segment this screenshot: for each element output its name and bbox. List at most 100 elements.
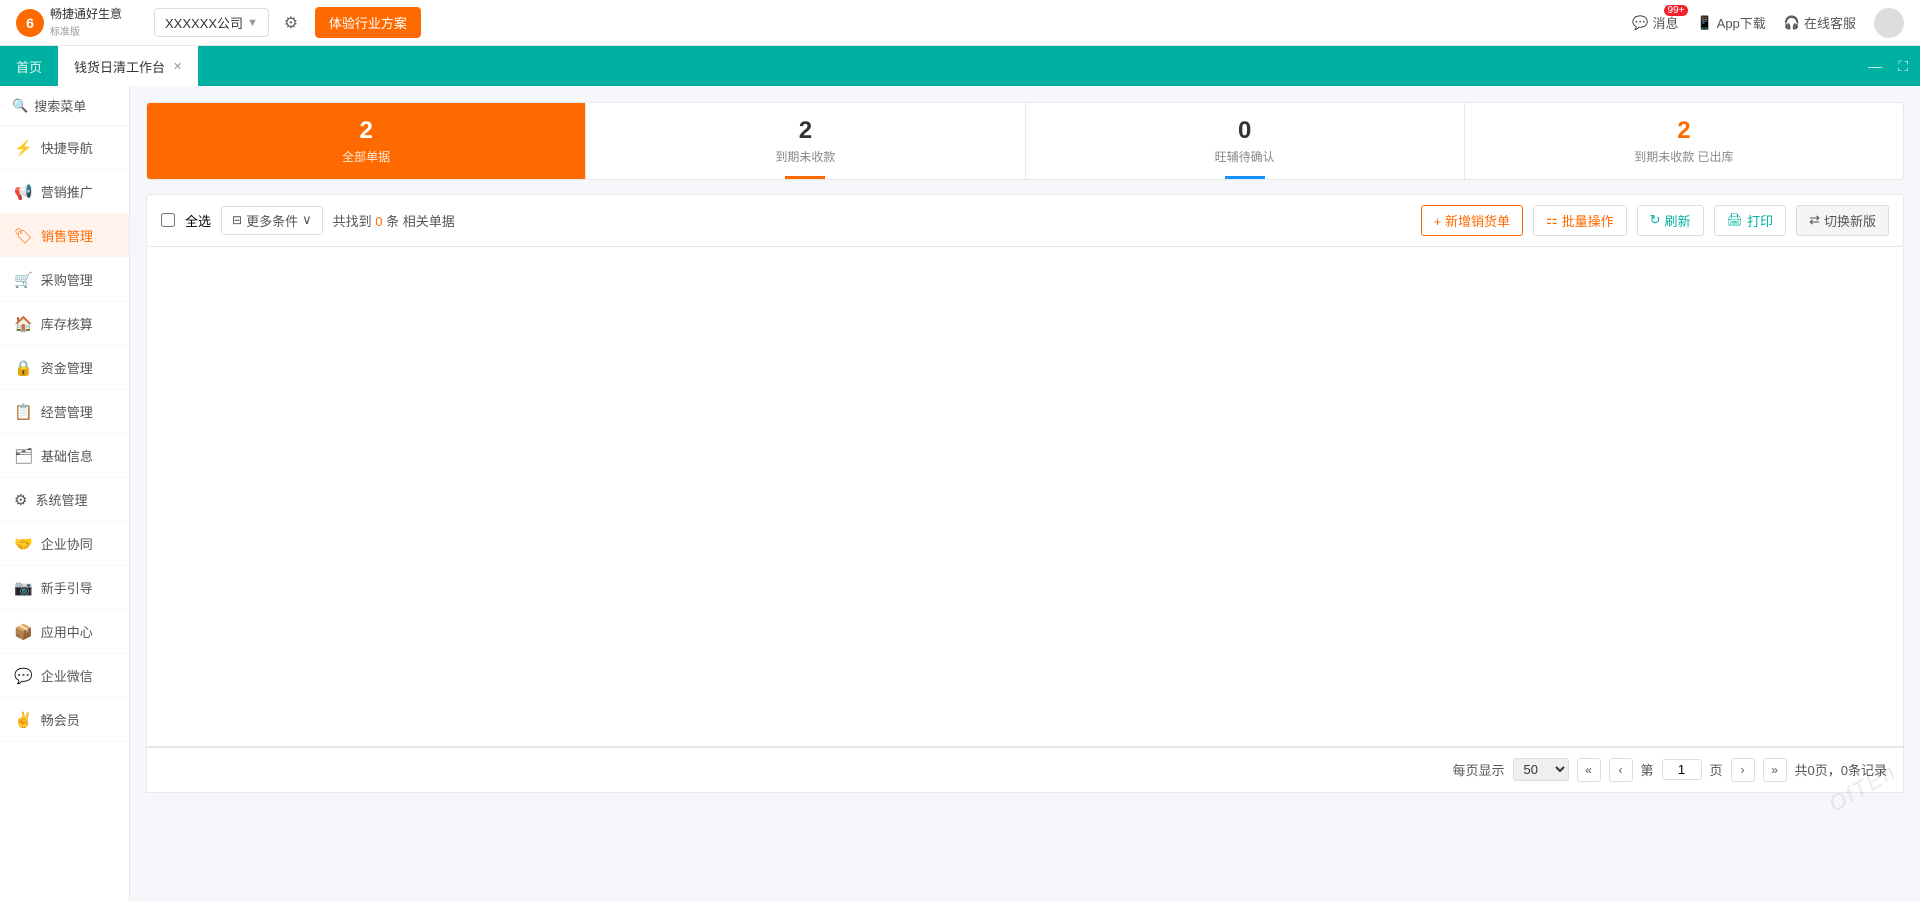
sidebar-item-inventory[interactable]: 🏠 库存核算 <box>0 302 129 346</box>
avatar[interactable] <box>1874 8 1904 38</box>
enterprise-icon: 🤝 <box>14 535 33 553</box>
stats-row: 2 全部单据 2 到期未收款 0 旺辅待确认 2 到期未收款 已出库 <box>146 102 1904 180</box>
sidebar-item-sales[interactable]: 🏷 销售管理 <box>0 214 129 258</box>
tab-workbench[interactable]: 钱货日清工作台 ✕ <box>58 46 198 86</box>
company-selector[interactable]: XXXXXX公司 ▼ <box>154 8 269 37</box>
sidebar-search[interactable]: 🔍 搜索菜单 <box>0 86 129 126</box>
switch-version-btn[interactable]: ⇄ 切换新版 <box>1796 205 1889 236</box>
dropdown-arrow-icon: ▼ <box>247 17 258 29</box>
pagination: 每页显示 10 20 50 100 « ‹ 第 页 › » 共0页，0条记录 <box>146 747 1904 793</box>
first-page-btn[interactable]: « <box>1577 758 1601 782</box>
stat-card-shipped[interactable]: 2 到期未收款 已出库 <box>1465 103 1903 179</box>
select-all-checkbox[interactable] <box>161 213 175 227</box>
total-text: 共0页，0条记录 <box>1795 760 1887 779</box>
add-sales-btn[interactable]: + 新增销货单 <box>1421 205 1523 236</box>
select-all-label: 全选 <box>185 211 211 230</box>
page-label: 第 <box>1641 760 1654 779</box>
basic-info-icon: 🗂 <box>14 447 33 465</box>
result-text: 共找到 0 条 相关单据 <box>333 211 455 230</box>
company-name: XXXXXX公司 <box>165 13 243 32</box>
app-edition: 标准版 <box>50 23 122 38</box>
app-name-block: 畅捷通好生意 标准版 <box>50 7 122 38</box>
print-btn[interactable]: 🖨 打印 <box>1714 205 1787 236</box>
stat-num-wangpu: 0 <box>1046 117 1444 146</box>
filter-icon: ⊟ <box>232 213 242 227</box>
print-label: 打印 <box>1747 211 1773 230</box>
settings-button[interactable]: ⚙ <box>277 9 305 37</box>
sidebar-item-system[interactable]: ⚙ 系统管理 <box>0 478 129 522</box>
download-icon: 📱 <box>1696 15 1712 31</box>
experience-btn[interactable]: 体验行业方案 <box>315 7 421 38</box>
sidebar-item-enterprise[interactable]: 🤝 企业协同 <box>0 522 129 566</box>
stat-label-wangpu: 旺辅待确认 <box>1046 148 1444 165</box>
sidebar: 🔍 搜索菜单 ⚡ 快捷导航 📢 营销推广 🏷 销售管理 🛒 采购管理 🏠 库存核… <box>0 86 130 901</box>
current-page-input[interactable] <box>1662 759 1702 780</box>
marketing-icon: 📢 <box>14 183 33 201</box>
sidebar-item-label: 经营管理 <box>41 402 93 421</box>
batch-btn[interactable]: ⚏ 批量操作 <box>1533 205 1627 236</box>
filter-label: 更多条件 <box>246 211 298 230</box>
sidebar-item-label: 库存核算 <box>41 314 93 333</box>
system-icon: ⚙ <box>14 491 27 509</box>
search-icon: 🔍 <box>12 98 28 114</box>
sidebar-item-label: 企业微信 <box>41 666 93 685</box>
app-download-label: App下载 <box>1717 13 1766 32</box>
tab-home-label: 首页 <box>16 57 42 76</box>
app-center-icon: 📦 <box>14 623 33 641</box>
filter-button[interactable]: ⊟ 更多条件 ∨ <box>221 206 323 235</box>
sidebar-item-basic-info[interactable]: 🗂 基础信息 <box>0 434 129 478</box>
sidebar-item-quick-nav[interactable]: ⚡ 快捷导航 <box>0 126 129 170</box>
sidebar-item-wechat-work[interactable]: 💬 企业微信 <box>0 654 129 698</box>
sidebar-item-app-center[interactable]: 📦 应用中心 <box>0 610 129 654</box>
stat-label-overdue: 到期未收款 <box>606 148 1004 165</box>
sidebar-item-purchase[interactable]: 🛒 采购管理 <box>0 258 129 302</box>
stat-label-all: 全部单据 <box>167 148 565 165</box>
sidebar-item-tutorial[interactable]: 📷 新手引导 <box>0 566 129 610</box>
stat-num-all: 2 <box>167 117 565 146</box>
sales-icon: 🏷 <box>14 227 33 245</box>
message-btn[interactable]: 💬 消息 99+ <box>1632 13 1678 32</box>
tab-home[interactable]: 首页 <box>0 46 58 86</box>
sidebar-item-finance[interactable]: 🔒 资金管理 <box>0 346 129 390</box>
quick-nav-icon: ⚡ <box>14 139 33 157</box>
sidebar-item-member[interactable]: ✌ 畅会员 <box>0 698 129 742</box>
table-area <box>146 247 1904 747</box>
settings-icon: ⚙ <box>284 13 298 33</box>
stat-card-all[interactable]: 2 全部单据 <box>147 103 586 179</box>
print-icon: 🖨 <box>1727 212 1744 228</box>
app-name: 畅捷通好生意 <box>50 7 122 23</box>
sidebar-item-label: 畅会员 <box>41 710 80 729</box>
stat-label-shipped: 到期未收款 已出库 <box>1485 148 1883 165</box>
stat-num-shipped: 2 <box>1485 117 1883 146</box>
sidebar-item-operations[interactable]: 📋 经营管理 <box>0 390 129 434</box>
tab-close-icon[interactable]: ✕ <box>173 60 182 73</box>
stat-num-overdue: 2 <box>606 117 1004 146</box>
refresh-icon: ↻ <box>1650 212 1661 228</box>
purchase-icon: 🛒 <box>14 271 33 289</box>
tab-minimize-icon[interactable]: — <box>1864 56 1886 76</box>
tab-maximize-icon[interactable]: ⛶ <box>1894 56 1912 77</box>
tutorial-icon: 📷 <box>14 579 33 597</box>
inventory-icon: 🏠 <box>14 315 33 333</box>
sidebar-item-label: 基础信息 <box>41 446 93 465</box>
switch-label: 切换新版 <box>1824 211 1876 230</box>
stat-card-overdue[interactable]: 2 到期未收款 <box>586 103 1025 179</box>
tab-bar-actions: — ⛶ <box>1864 56 1920 77</box>
message-badge: 99+ <box>1664 5 1689 16</box>
sidebar-item-marketing[interactable]: 📢 营销推广 <box>0 170 129 214</box>
message-icon: 💬 <box>1632 15 1648 31</box>
per-page-select[interactable]: 10 20 50 100 <box>1513 758 1569 781</box>
app-download-btn[interactable]: 📱 App下载 <box>1696 13 1765 32</box>
sidebar-item-label: 新手引导 <box>41 578 93 597</box>
batch-label: 批量操作 <box>1562 211 1614 230</box>
next-page-btn[interactable]: › <box>1731 758 1755 782</box>
last-page-btn[interactable]: » <box>1763 758 1787 782</box>
logo-area: 6 畅捷通好生意 标准版 <box>16 7 146 38</box>
online-service-btn[interactable]: 🎧 在线客服 <box>1784 13 1856 32</box>
sidebar-item-label: 系统管理 <box>35 490 87 509</box>
prev-page-btn[interactable]: ‹ <box>1609 758 1633 782</box>
tab-bar: 首页 钱货日清工作台 ✕ — ⛶ <box>0 46 1920 86</box>
toolbar: 全选 ⊟ 更多条件 ∨ 共找到 0 条 相关单据 + 新增销货单 ⚏ 批量操作 … <box>146 194 1904 247</box>
refresh-btn[interactable]: ↻ 刷新 <box>1637 205 1704 236</box>
stat-card-wangpu[interactable]: 0 旺辅待确认 <box>1026 103 1465 179</box>
